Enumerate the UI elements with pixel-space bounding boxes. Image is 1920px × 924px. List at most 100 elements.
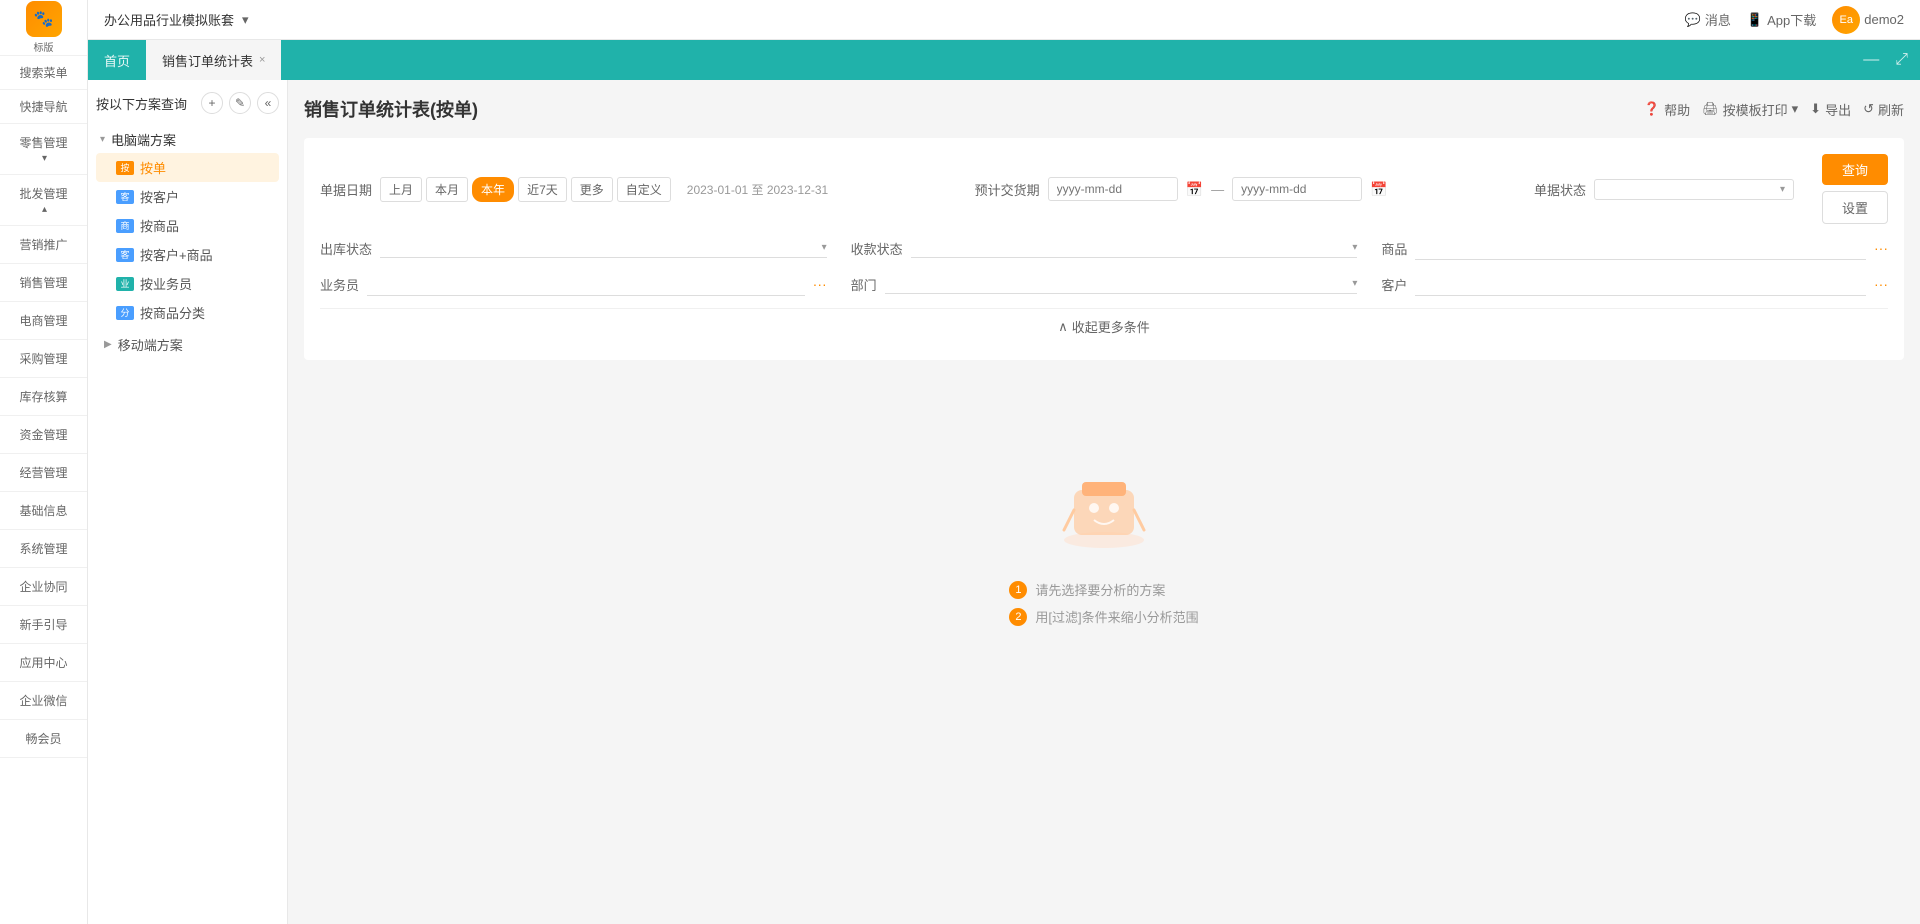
- collapse-icon: ∧: [1058, 319, 1068, 335]
- sidebar-menu: 零售管理 ▾ 批发管理 ▴ 营销推广 销售管理 电商管理 采购管理 库存核算 资…: [0, 124, 87, 924]
- sidebar-item-retail[interactable]: 零售管理 ▾: [0, 124, 87, 175]
- empty-tip-1: 1 请先选择要分析的方案: [1009, 580, 1198, 599]
- calendar-end-icon[interactable]: 📅: [1370, 181, 1387, 198]
- expected-date-start[interactable]: [1048, 177, 1178, 201]
- settings-btn[interactable]: 设置: [1822, 191, 1888, 224]
- tab-sales-stats[interactable]: 销售订单统计表 ×: [146, 40, 281, 80]
- tip-text-1: 请先选择要分析的方案: [1035, 580, 1165, 599]
- desktop-schemes-label: 电脑端方案: [111, 130, 176, 149]
- sidebar-item-wholesale[interactable]: 批发管理 ▴: [0, 175, 87, 226]
- quick-nav[interactable]: 快捷导航: [0, 90, 87, 124]
- goods-input[interactable]: [1415, 236, 1866, 260]
- sidebar-item-label: 应用中心: [19, 654, 67, 671]
- panel-actions: + ✎ «: [201, 92, 279, 114]
- sidebar-item-finance[interactable]: 资金管理: [0, 416, 87, 454]
- scheme-label: 按单: [140, 158, 166, 177]
- sidebar-item-ecommerce[interactable]: 电商管理: [0, 302, 87, 340]
- scheme-by-customer-goods[interactable]: 客 按客户+商品: [96, 240, 279, 269]
- department-select[interactable]: ▾: [885, 274, 1358, 294]
- payment-status-label: 收款状态: [851, 239, 903, 258]
- app-download-btn[interactable]: 📱 App下载: [1747, 10, 1816, 29]
- expected-date-end[interactable]: [1232, 177, 1362, 201]
- date-btn-last-month[interactable]: 上月: [380, 177, 422, 202]
- sidebar-item-label: 库存核算: [19, 388, 67, 405]
- query-btn[interactable]: 查询: [1822, 154, 1888, 185]
- scheme-by-order[interactable]: 按 按单: [96, 153, 279, 182]
- sidebar-item-newbie[interactable]: 新手引导: [0, 606, 87, 644]
- chevron-down-icon: ▾: [1780, 184, 1785, 195]
- scheme-by-customer[interactable]: 客 按客户: [96, 182, 279, 211]
- customer-input[interactable]: [1415, 272, 1866, 296]
- date-btn-more[interactable]: 更多: [571, 177, 613, 202]
- tab-close-icon[interactable]: ×: [259, 54, 265, 66]
- collapse-panel-btn[interactable]: «: [257, 92, 279, 114]
- sidebar-item-inventory[interactable]: 库存核算: [0, 378, 87, 416]
- search-menu[interactable]: 搜索菜单: [0, 56, 87, 90]
- refresh-label: 刷新: [1878, 100, 1904, 119]
- date-range-text: 2023-01-01 至 2023-12-31: [687, 181, 828, 198]
- date-btn-this-month[interactable]: 本月: [426, 177, 468, 202]
- date-filter-item: 单据日期 上月 本月 本年 近7天 更多 自定义: [320, 177, 671, 202]
- calendar-start-icon[interactable]: 📅: [1186, 181, 1203, 198]
- order-status-select[interactable]: ▾: [1594, 179, 1794, 200]
- goods-more-icon[interactable]: ···: [1874, 240, 1888, 256]
- date-label: 单据日期: [320, 180, 372, 199]
- scheme-by-goods[interactable]: 商 按商品: [96, 211, 279, 240]
- page-title: 销售订单统计表(按单): [304, 96, 478, 122]
- mobile-schemes-parent[interactable]: ▶ 移动端方案: [96, 331, 279, 358]
- maximize-btn[interactable]: ⤢: [1891, 47, 1912, 73]
- date-btn-7days[interactable]: 近7天: [518, 177, 567, 202]
- desktop-schemes-parent[interactable]: ▾ 电脑端方案: [96, 126, 279, 153]
- collapse-btn[interactable]: ∧ 收起更多条件: [1058, 317, 1150, 336]
- tip-num-2: 2: [1009, 608, 1027, 626]
- salesperson-more-icon[interactable]: ···: [813, 276, 827, 292]
- sidebar-item-label: 零售管理: [19, 134, 67, 151]
- shipping-status-label: 出库状态: [320, 239, 372, 258]
- topbar-left: 办公用品行业模拟账套 ▾: [104, 10, 249, 29]
- export-btn[interactable]: ⬇ 导出: [1810, 100, 1851, 119]
- export-label: 导出: [1825, 100, 1851, 119]
- print-icon: 🖨: [1702, 101, 1719, 117]
- refresh-btn[interactable]: ↺ 刷新: [1863, 100, 1904, 119]
- user-menu[interactable]: Ea demo2: [1832, 6, 1904, 34]
- scheme-by-category[interactable]: 分 按商品分类: [96, 298, 279, 327]
- minimize-btn[interactable]: —: [1859, 47, 1883, 73]
- scheme-label: 按客户: [140, 187, 179, 206]
- filter-card: 单据日期 上月 本月 本年 近7天 更多 自定义 2023-01-0: [304, 138, 1904, 360]
- sidebar-item-label: 资金管理: [19, 426, 67, 443]
- sidebar-item-enterprise[interactable]: 企业协同: [0, 568, 87, 606]
- scheme-icon: 商: [116, 219, 134, 233]
- print-btn[interactable]: 🖨 按模板打印 ▾: [1702, 100, 1798, 119]
- message-btn[interactable]: 💬 消息: [1685, 10, 1731, 29]
- sidebar-item-operation[interactable]: 经营管理: [0, 454, 87, 492]
- sidebar-item-membership[interactable]: 畅会员: [0, 720, 87, 758]
- help-btn[interactable]: ❓ 帮助: [1644, 100, 1690, 119]
- customer-more-icon[interactable]: ···: [1874, 276, 1888, 292]
- sidebar-item-purchase[interactable]: 采购管理: [0, 340, 87, 378]
- desktop-schemes-section: ▾ 电脑端方案 按 按单 客 按客户 商 按商品 客 按客户+商品: [96, 126, 279, 327]
- sidebar-item-system[interactable]: 系统管理: [0, 530, 87, 568]
- shipping-status-select[interactable]: ▾: [380, 238, 827, 258]
- goods-label: 商品: [1381, 239, 1407, 258]
- sidebar-item-apps[interactable]: 应用中心: [0, 644, 87, 682]
- panel-title: 按以下方案查询: [96, 94, 187, 113]
- sidebar-item-sales[interactable]: 销售管理: [0, 264, 87, 302]
- page-actions: ❓ 帮助 🖨 按模板打印 ▾ ⬇ 导出 ↺ 刷新: [1644, 100, 1904, 119]
- date-btn-custom[interactable]: 自定义: [617, 177, 671, 202]
- edit-scheme-btn[interactable]: ✎: [229, 92, 251, 114]
- tab-home[interactable]: 首页: [88, 40, 146, 80]
- sidebar-item-wechat[interactable]: 企业微信: [0, 682, 87, 720]
- payment-status-select[interactable]: ▾: [911, 238, 1358, 258]
- print-dropdown-icon: ▾: [1792, 101, 1799, 117]
- sidebar-item-marketing[interactable]: 营销推广: [0, 226, 87, 264]
- topbar-dropdown-icon[interactable]: ▾: [242, 12, 249, 28]
- sidebar-item-basic[interactable]: 基础信息: [0, 492, 87, 530]
- scheme-by-salesperson[interactable]: 业 按业务员: [96, 269, 279, 298]
- filter-row-person: 业务员 ··· 部门 ▾ 客户: [320, 272, 1888, 296]
- salesperson-input[interactable]: [367, 272, 805, 296]
- mobile-schemes-section: ▶ 移动端方案: [96, 331, 279, 358]
- chevron-down-icon: ▾: [822, 242, 827, 253]
- date-btn-this-year[interactable]: 本年: [472, 177, 514, 202]
- add-scheme-btn[interactable]: +: [201, 92, 223, 114]
- scheme-icon: 业: [116, 277, 134, 291]
